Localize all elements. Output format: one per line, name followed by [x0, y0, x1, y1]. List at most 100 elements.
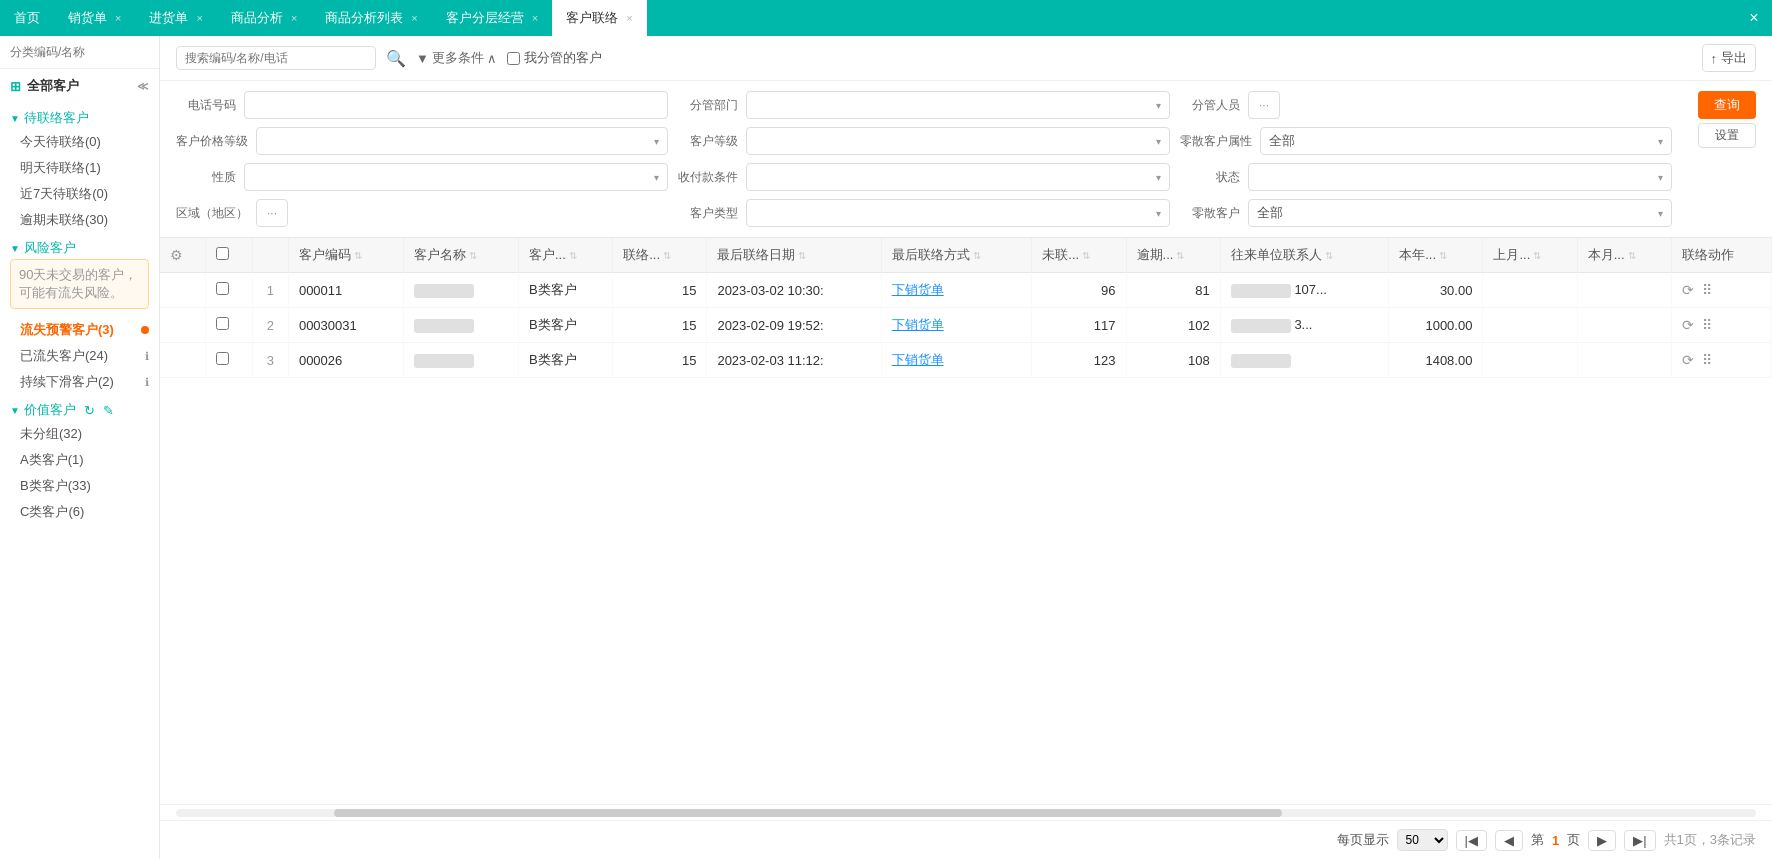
col-company-contact[interactable]: 往来单位联系人⇅ — [1220, 238, 1388, 273]
col-this-year[interactable]: 本年...⇅ — [1389, 238, 1483, 273]
sidebar-group-risk[interactable]: ▼ 风险客户 — [0, 233, 159, 259]
per-page-select[interactable]: 50 20 100 — [1397, 829, 1448, 851]
contact-icon[interactable]: ⟳ — [1682, 282, 1694, 298]
tab-customer-connect-close[interactable]: × — [626, 0, 632, 36]
scroll-thumb[interactable] — [334, 809, 1282, 817]
row-last-contact-method[interactable]: 下销货单 — [881, 343, 1032, 378]
sidebar-search-bar: 🔍 — [0, 36, 159, 69]
retail-attr-select[interactable]: 全部 ▾ — [1260, 127, 1672, 155]
region-dots-button[interactable]: ··· — [256, 199, 288, 227]
refresh-icon[interactable]: ↻ — [84, 403, 95, 418]
sidebar-item-class-a[interactable]: A类客户(1) — [0, 447, 159, 473]
row-checkbox[interactable] — [216, 317, 229, 330]
sort-icon-4: ⇅ — [663, 250, 671, 261]
sidebar-item-class-b[interactable]: B类客户(33) — [0, 473, 159, 499]
query-button[interactable]: 查询 — [1698, 91, 1756, 119]
sidebar-item-today[interactable]: 今天待联络(0) — [0, 129, 159, 155]
sort-icon-11: ⇅ — [1533, 250, 1541, 261]
my-customers-checkbox[interactable] — [507, 52, 520, 65]
sidebar-item-tomorrow[interactable]: 明天待联络(1) — [0, 155, 159, 181]
col-last-month[interactable]: 上月...⇅ — [1483, 238, 1577, 273]
payment-select[interactable]: ▾ — [746, 163, 1170, 191]
person-dots-button[interactable]: ··· — [1248, 91, 1280, 119]
tab-home[interactable]: 首页 — [0, 0, 54, 36]
tab-sales-close[interactable]: × — [115, 0, 121, 36]
sidebar-item-churned[interactable]: 已流失客户(24) ℹ — [0, 343, 159, 369]
customer-type-select[interactable]: ▾ — [746, 199, 1170, 227]
row-check-cell[interactable] — [206, 273, 253, 308]
tab-analysis-list[interactable]: 商品分析列表 × — [311, 0, 431, 36]
gear-icon[interactable]: ⚙ — [170, 247, 183, 263]
dept-select[interactable]: ▾ — [746, 91, 1170, 119]
settings-button[interactable]: 设置 — [1698, 123, 1756, 148]
sidebar-group-pending-contact[interactable]: ▼ 待联络客户 — [0, 103, 159, 129]
price-level-select[interactable]: ▾ — [256, 127, 668, 155]
contact-icon[interactable]: ⟳ — [1682, 352, 1694, 368]
tab-analysis-list-close[interactable]: × — [411, 0, 417, 36]
tab-analysis[interactable]: 商品分析 × — [217, 0, 311, 36]
last-page-button[interactable]: ▶| — [1624, 830, 1655, 851]
export-button[interactable]: ↑ 导出 — [1702, 44, 1757, 72]
sidebar-item-declining[interactable]: 持续下滑客户(2) ℹ — [0, 369, 159, 395]
row-checkbox[interactable] — [216, 352, 229, 365]
row-code: 000026 — [288, 343, 403, 378]
col-this-month[interactable]: 本月...⇅ — [1577, 238, 1671, 273]
col-contact[interactable]: 联络...⇅ — [613, 238, 707, 273]
more-action-icon[interactable]: ⠿ — [1702, 317, 1712, 333]
next-page-button[interactable]: ▶ — [1588, 830, 1616, 851]
col-level[interactable]: 客户...⇅ — [518, 238, 612, 273]
col-name[interactable]: 客户名称⇅ — [403, 238, 518, 273]
arrow-icon: ▼ — [10, 113, 20, 124]
sidebar-item-week[interactable]: 近7天待联络(0) — [0, 181, 159, 207]
more-action-icon[interactable]: ⠿ — [1702, 282, 1712, 298]
col-last-contact-date[interactable]: 最后联络日期⇅ — [707, 238, 881, 273]
phone-input[interactable] — [244, 91, 668, 119]
tab-purchase[interactable]: 进货单 × — [135, 0, 216, 36]
select-all-checkbox[interactable] — [216, 247, 229, 260]
prev-page-button[interactable]: ◀ — [1495, 830, 1523, 851]
tab-customer-connect[interactable]: 客户联络 × — [552, 0, 646, 36]
tab-customer-segment-close[interactable]: × — [532, 0, 538, 36]
my-customers-checkbox-label[interactable]: 我分管的客户 — [507, 49, 602, 67]
search-input[interactable] — [176, 46, 376, 70]
sidebar-item-class-c[interactable]: C类客户(6) — [0, 499, 159, 525]
sidebar-item-churn-warning[interactable]: 流失预警客户(3) — [0, 317, 159, 343]
row-check-cell[interactable] — [206, 343, 253, 378]
info-icon-2: ℹ — [145, 376, 149, 389]
row-last-contact-method[interactable]: 下销货单 — [881, 308, 1032, 343]
tab-customer-segment[interactable]: 客户分层经营 × — [432, 0, 552, 36]
scroll-track[interactable] — [176, 809, 1756, 817]
col-check[interactable] — [206, 238, 253, 273]
col-code[interactable]: 客户编码⇅ — [288, 238, 403, 273]
tab-sales[interactable]: 销货单 × — [54, 0, 135, 36]
edit-icon[interactable]: ✎ — [103, 403, 114, 418]
col-last-contact-method[interactable]: 最后联络方式⇅ — [881, 238, 1032, 273]
contact-icon[interactable]: ⟳ — [1682, 317, 1694, 333]
horizontal-scrollbar[interactable] — [160, 804, 1772, 820]
customer-level-select[interactable]: ▾ — [746, 127, 1170, 155]
more-action-icon[interactable]: ⠿ — [1702, 352, 1712, 368]
col-no-contact[interactable]: 未联...⇅ — [1032, 238, 1126, 273]
search-button[interactable]: 🔍 — [386, 49, 406, 68]
status-select[interactable]: ▾ — [1248, 163, 1672, 191]
row-no-contact: 96 — [1032, 273, 1126, 308]
nature-select[interactable]: ▾ — [244, 163, 668, 191]
sidebar-item-overdue[interactable]: 逾期未联络(30) — [0, 207, 159, 233]
sidebar-search-input[interactable] — [10, 45, 160, 59]
sidebar-item-unsegmented[interactable]: 未分组(32) — [0, 421, 159, 447]
retail-customer-select[interactable]: 全部 ▾ — [1248, 199, 1672, 227]
chevron-down-icon-9: ▾ — [1658, 208, 1663, 219]
first-page-button[interactable]: |◀ — [1456, 830, 1487, 851]
tab-purchase-close[interactable]: × — [196, 0, 202, 36]
row-checkbox[interactable] — [216, 282, 229, 295]
tab-analysis-close[interactable]: × — [291, 0, 297, 36]
sidebar-group-valued[interactable]: ▼ 价值客户 ↻ ✎ — [0, 395, 159, 421]
window-close-button[interactable]: × — [1736, 0, 1772, 36]
col-overdue[interactable]: 逾期...⇅ — [1126, 238, 1220, 273]
col-gear[interactable]: ⚙ — [160, 238, 206, 273]
all-customers-header[interactable]: ⊞ 全部客户 ≪ — [0, 69, 159, 103]
row-check-cell[interactable] — [206, 308, 253, 343]
row-last-contact-method[interactable]: 下销货单 — [881, 273, 1032, 308]
row-this-year: 30.00 — [1389, 273, 1483, 308]
more-conditions-button[interactable]: ▼ 更多条件 ∧ — [416, 49, 497, 67]
